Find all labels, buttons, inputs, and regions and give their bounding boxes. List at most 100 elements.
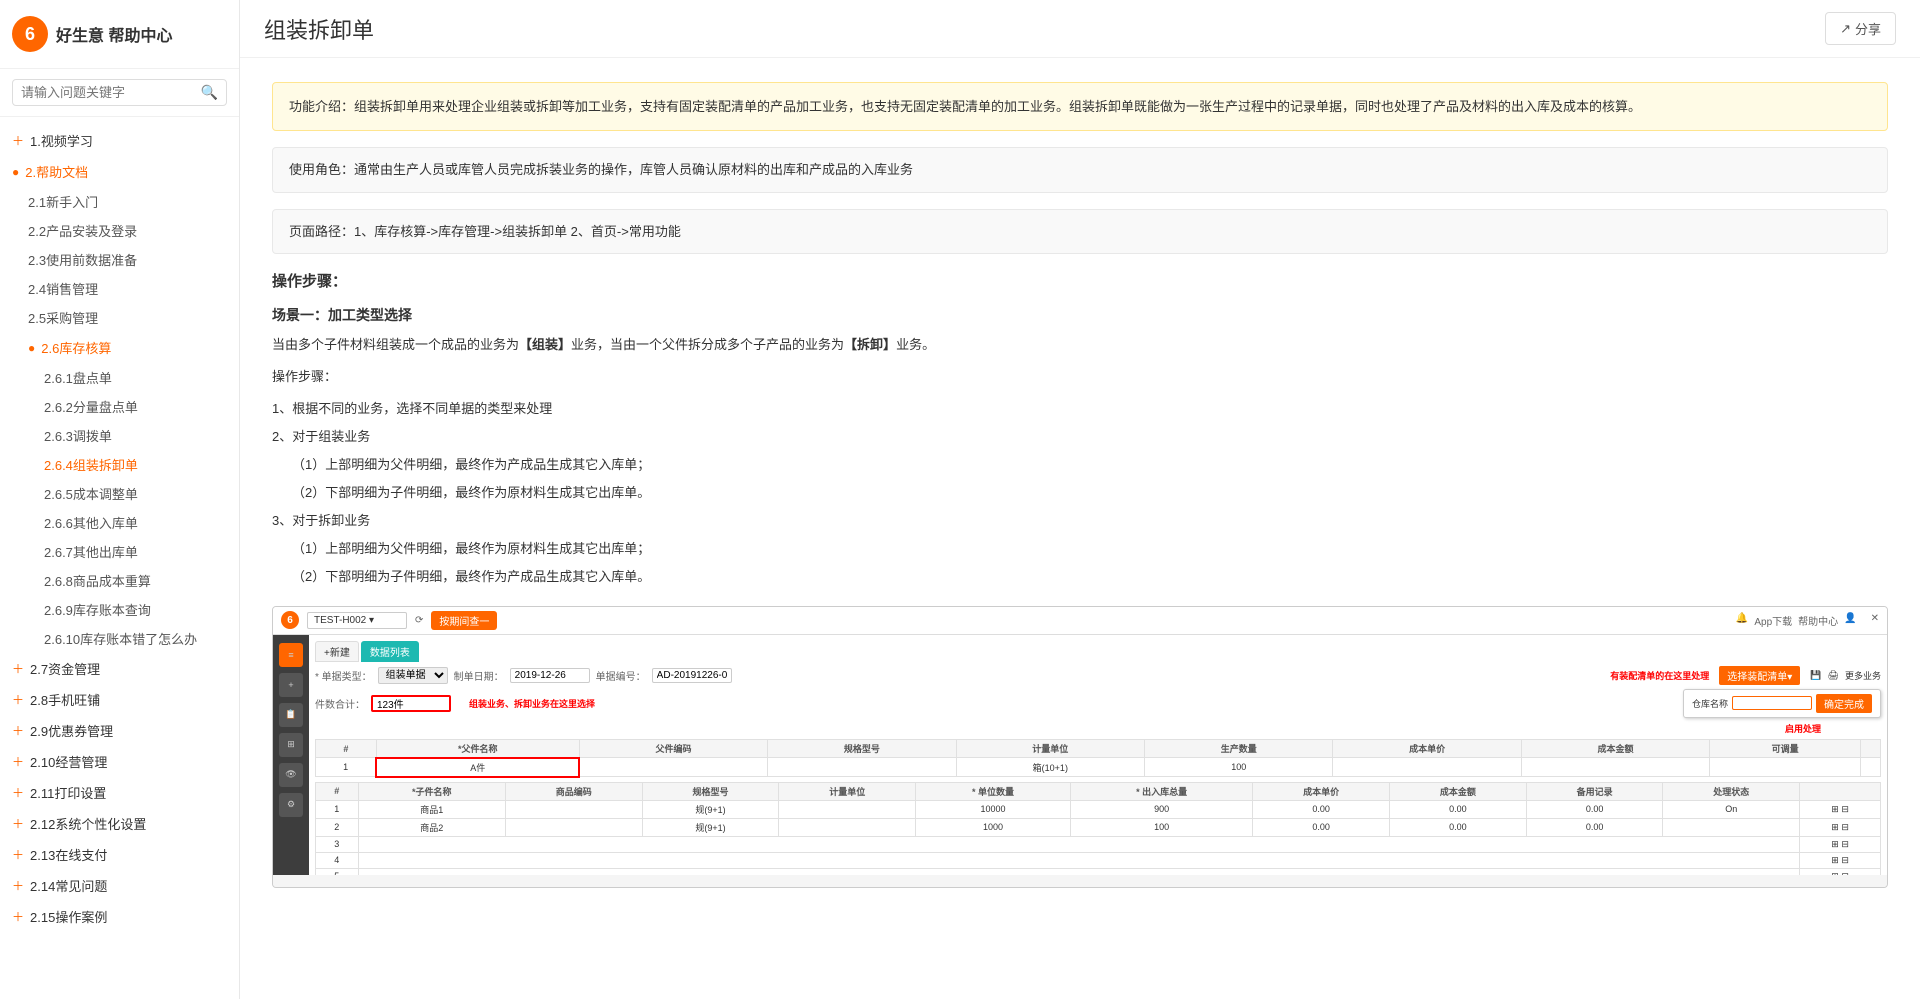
share-button[interactable]: ↗ 分享 <box>1825 12 1896 45</box>
mock-select-type[interactable]: 组装单据 <box>378 667 448 684</box>
sidebar-item-1-label: 1.视频学习 <box>30 131 93 150</box>
mock-lth-total: * 出入库总量 <box>1071 782 1253 800</box>
logo-text: 好生意 帮助中心 <box>56 22 172 46</box>
mock-body: ≡ + 📋 ⊞ 👁 ⚙ +新建 数据列表 <box>273 635 1887 875</box>
sidebar-item-2-12[interactable]: ＋ 2.12系统个性化设置 <box>0 808 239 839</box>
mock-qiyong-confirm[interactable]: 确定完成 <box>1816 694 1872 713</box>
sidebar-item-2-6-4[interactable]: 2.6.4组装拆卸单 <box>0 450 239 479</box>
sidebar-item-2-8[interactable]: ＋ 2.8手机旺铺 <box>0 684 239 715</box>
mock-lcell-remark1: 0.00 <box>1526 800 1663 818</box>
feature-intro-text: 功能介绍：组装拆卸单用来处理企业组装或拆卸等加工业务，支持有固定装配清单的产品加… <box>289 99 1641 114</box>
mock-th-ops <box>1861 739 1881 758</box>
sidebar-item-2-13[interactable]: ＋ 2.13在线支付 <box>0 839 239 870</box>
mock-lcell-seq2: 2 <box>316 818 359 836</box>
mock-logo: 6 <box>281 611 299 629</box>
sidebar-item-2-4[interactable]: 2.4销售管理 <box>0 274 239 303</box>
sidebar-item-2-11[interactable]: ＋ 2.11打印设置 <box>0 777 239 808</box>
mock-lcell-ops4: ⊞ ⊟ <box>1800 852 1881 868</box>
mock-lcell-empty4 <box>358 852 1800 868</box>
sidebar-item-2-6-10[interactable]: 2.6.10库存账本错了怎么办 <box>0 624 239 653</box>
mock-input-date[interactable] <box>510 668 590 683</box>
sidebar-item-2-6-6[interactable]: 2.6.6其他入库单 <box>0 508 239 537</box>
mock-user-icon: 👤 <box>1844 613 1856 628</box>
sidebar-item-2-10-label: 2.10经营管理 <box>30 752 107 771</box>
mock-lcell-cost1: 0.00 <box>1253 800 1390 818</box>
mock-lcell-ops1: ⊞ ⊟ <box>1800 800 1881 818</box>
mock-company-select: TEST-H002 ▾ <box>307 612 407 629</box>
sidebar-item-2-6-1[interactable]: 2.6.1盘点单 <box>0 363 239 392</box>
mock-lcell-amount2: 0.00 <box>1390 818 1527 836</box>
sidebar-item-2-2[interactable]: 2.2产品安装及登录 <box>0 216 239 245</box>
mock-lcell-qty1: 10000 <box>916 800 1071 818</box>
sidebar-item-2-6-9[interactable]: 2.6.9库存账本查询 <box>0 595 239 624</box>
page-path-text: 页面路径：1、库存核算->库存管理->组装拆卸单 2、首页->常用功能 <box>289 224 681 239</box>
plus-icon-2-9: ＋ <box>12 722 24 739</box>
sidebar-item-2-3[interactable]: 2.3使用前数据准备 <box>0 245 239 274</box>
mock-cell-name1: A件 <box>376 758 579 777</box>
search-icon[interactable]: 🔍 <box>201 84 218 101</box>
mock-cell-barcode1 <box>579 758 767 777</box>
sidebar-item-2-9[interactable]: ＋ 2.9优惠券管理 <box>0 715 239 746</box>
mock-label-date: 制单日期： <box>454 668 504 683</box>
sidebar-item-1[interactable]: ＋ 1.视频学习 <box>0 125 239 156</box>
mock-refresh: ⟳ <box>415 615 423 626</box>
mock-new-btn[interactable]: 按期间查一 <box>431 611 497 630</box>
mock-sidebar-icon-3: 📋 <box>279 703 303 727</box>
mock-lower-row-5: 5 ⊞ ⊟ <box>316 868 1881 875</box>
mock-lcell-ops3: ⊞ ⊟ <box>1800 836 1881 852</box>
page-path-block: 页面路径：1、库存核算->库存管理->组装拆卸单 2、首页->常用功能 <box>272 209 1888 254</box>
sidebar-item-2-6-7[interactable]: 2.6.7其他出库单 <box>0 537 239 566</box>
sidebar-item-2[interactable]: ● 2.帮助文档 <box>0 156 239 187</box>
mock-lcell-empty3 <box>358 836 1800 852</box>
sidebar-item-2-1[interactable]: 2.1新手入门 <box>0 187 239 216</box>
step2-sub1: （1）上部明细为父件明细，最终作为产成品生成其它入库单； <box>272 452 1888 478</box>
mock-th-seq: # <box>316 739 377 758</box>
plus-icon-2-8: ＋ <box>12 691 24 708</box>
mock-lcell-total1: 900 <box>1071 800 1253 818</box>
step2-sub2: （2）下部明细为子件明细，最终作为原材料生成其它出库单。 <box>272 480 1888 506</box>
mock-label-type: * 单据类型： <box>315 668 372 683</box>
mock-cell-total1 <box>1521 758 1709 777</box>
mock-btn-select-bom[interactable]: 选择装配清单▾ <box>1719 666 1800 685</box>
mock-form-row-1: * 单据类型： 组装单据 制单日期： 单据编号： 有装配清单的在这里处理 选择装… <box>315 666 1881 685</box>
mock-input-count[interactable] <box>371 695 451 712</box>
sidebar-item-2-6[interactable]: ● 2.6库存核算 <box>0 332 239 363</box>
mock-lcell-empty5 <box>358 868 1800 875</box>
sidebar-item-2-6-5[interactable]: 2.6.5成本调整单 <box>0 479 239 508</box>
mock-cell-ops1 <box>1861 758 1881 777</box>
mock-lth-spec: 规格型号 <box>642 782 779 800</box>
mock-lcell-ops5: ⊞ ⊟ <box>1800 868 1881 875</box>
mock-cell-count1: 100 <box>1145 758 1333 777</box>
sidebar-item-2-15[interactable]: ＋ 2.15操作案例 <box>0 901 239 932</box>
mock-annotation-3-row: 启用处理 <box>315 722 1881 735</box>
mock-lower-row-1: 1 商品1 规(9+1) 10000 900 0.00 0.00 0.0 <box>316 800 1881 818</box>
plus-icon-2-13: ＋ <box>12 846 24 863</box>
mock-lth-status: 处理状态 <box>1663 782 1800 800</box>
sidebar-item-2-7[interactable]: ＋ 2.7资金管理 <box>0 653 239 684</box>
mock-lth-cost: 成本单价 <box>1253 782 1390 800</box>
sidebar-item-2-11-label: 2.11打印设置 <box>30 783 106 802</box>
mock-tab-new[interactable]: +新建 <box>315 641 359 662</box>
sidebar-item-2-6-8[interactable]: 2.6.8商品成本重算 <box>0 566 239 595</box>
mock-input-billno[interactable] <box>652 668 732 683</box>
mock-lth-seq: # <box>316 782 359 800</box>
nav-tree: ＋ 1.视频学习 ● 2.帮助文档 2.1新手入门 2.2产品安装及登录 2.3… <box>0 117 239 999</box>
sidebar-item-2-14[interactable]: ＋ 2.14常见问题 <box>0 870 239 901</box>
mock-warehouse-input[interactable] <box>1732 696 1812 710</box>
mock-annotation-3-text: 启用处理 <box>1785 722 1821 735</box>
sidebar-item-2-6-2[interactable]: 2.6.2分量盘点单 <box>0 392 239 421</box>
sidebar-item-2-6-3[interactable]: 2.6.3调拨单 <box>0 421 239 450</box>
mock-sidebar-icon-5: 👁 <box>279 763 303 787</box>
mock-form-row-2: 件数合计： 组装业务、拆卸业务在这里选择 仓库名称 确定完成 <box>315 689 1881 718</box>
sidebar-item-2-label: 2.帮助文档 <box>25 162 88 181</box>
search-input[interactable] <box>21 85 201 100</box>
mock-tab-list[interactable]: 数据列表 <box>361 641 419 662</box>
mock-annotation-2-text: 组装业务、拆卸业务在这里选择 <box>469 697 595 710</box>
mock-lth-name: *子件名称 <box>358 782 505 800</box>
sidebar-item-2-5[interactable]: 2.5采购管理 <box>0 303 239 332</box>
sidebar-item-2-10[interactable]: ＋ 2.10经营管理 <box>0 746 239 777</box>
sidebar-item-2-15-label: 2.15操作案例 <box>30 907 107 926</box>
mock-upper-table: # *父件名称 父件编码 规格型号 计量单位 生产数量 成本单价 成本金额 可调… <box>315 739 1881 778</box>
mock-lcell-barcode2 <box>505 818 642 836</box>
step1: 1、根据不同的业务，选择不同单据的类型来处理 <box>272 396 1888 422</box>
